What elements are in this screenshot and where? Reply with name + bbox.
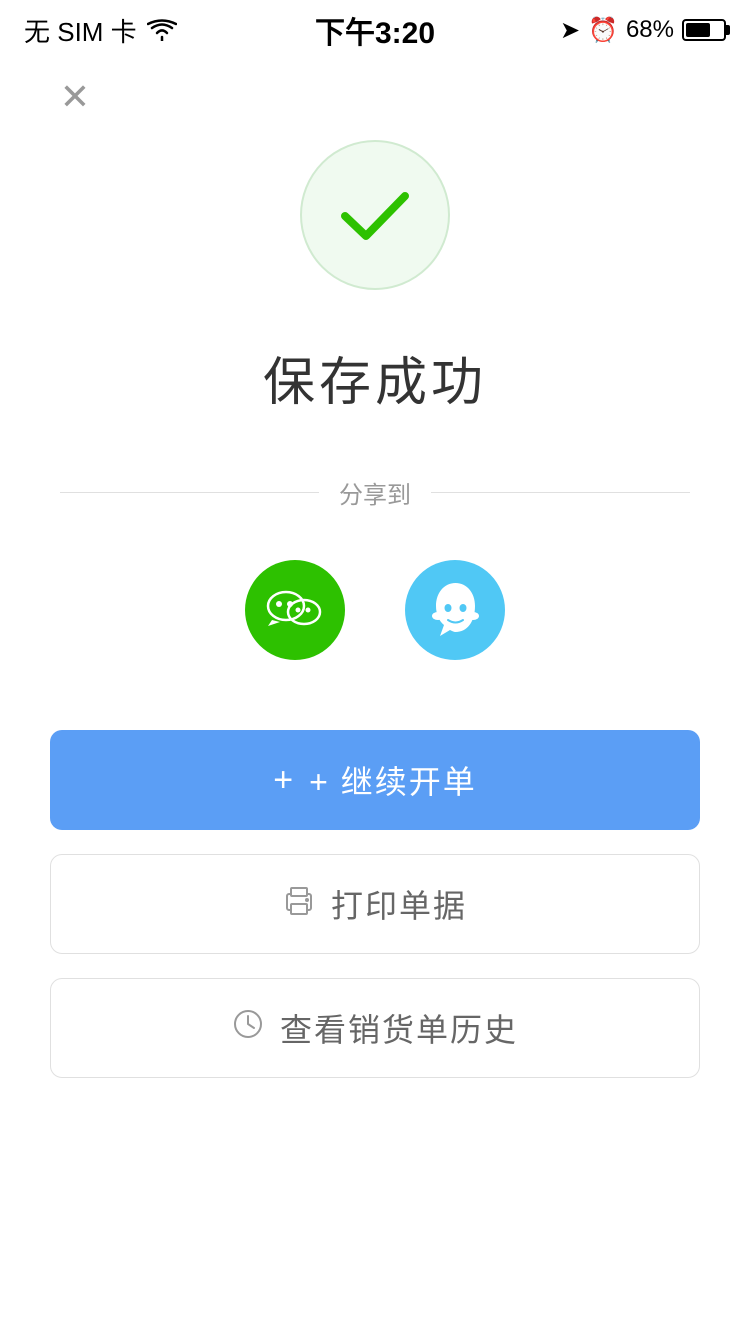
continue-label: + 继续开单 xyxy=(309,757,477,803)
main-content: 保存成功 分享到 xyxy=(0,60,750,1078)
status-time: 下午3:20 xyxy=(315,8,435,52)
checkmark-icon xyxy=(340,188,410,243)
print-icon xyxy=(283,886,315,923)
status-left: 无 SIM 卡 xyxy=(24,12,177,49)
close-icon: ✕ xyxy=(60,79,90,115)
battery-percent: 68% xyxy=(626,16,674,44)
wechat-icon xyxy=(266,586,324,634)
divider-left xyxy=(60,492,319,493)
status-right: ➤ ⏰ 68% xyxy=(560,16,726,45)
location-icon: ➤ xyxy=(560,16,580,45)
sim-text: 无 SIM 卡 xyxy=(24,12,137,49)
wifi-icon xyxy=(147,19,177,41)
print-button[interactable]: 打印单据 xyxy=(50,854,700,954)
history-label: 查看销货单历史 xyxy=(280,1005,518,1051)
share-divider: 分享到 xyxy=(0,475,750,510)
share-icons xyxy=(245,560,505,660)
action-buttons: + + 继续开单 打印单据 查看销货单历 xyxy=(0,730,750,1078)
qq-share-button[interactable] xyxy=(405,560,505,660)
wechat-share-button[interactable] xyxy=(245,560,345,660)
battery-fill xyxy=(686,23,710,37)
qq-icon xyxy=(428,578,483,643)
continue-icon: + xyxy=(273,761,293,800)
battery-icon xyxy=(682,19,726,41)
success-circle xyxy=(300,140,450,290)
divider-right xyxy=(431,492,690,493)
alarm-icon: ⏰ xyxy=(588,16,618,45)
history-button[interactable]: 查看销货单历史 xyxy=(50,978,700,1078)
status-bar: 无 SIM 卡 下午3:20 ➤ ⏰ 68% xyxy=(0,0,750,60)
success-title: 保存成功 xyxy=(263,340,487,415)
continue-button[interactable]: + + 继续开单 xyxy=(50,730,700,830)
close-button[interactable]: ✕ xyxy=(50,72,100,122)
history-icon xyxy=(232,1008,264,1048)
print-label: 打印单据 xyxy=(331,881,467,927)
share-label: 分享到 xyxy=(319,475,431,510)
